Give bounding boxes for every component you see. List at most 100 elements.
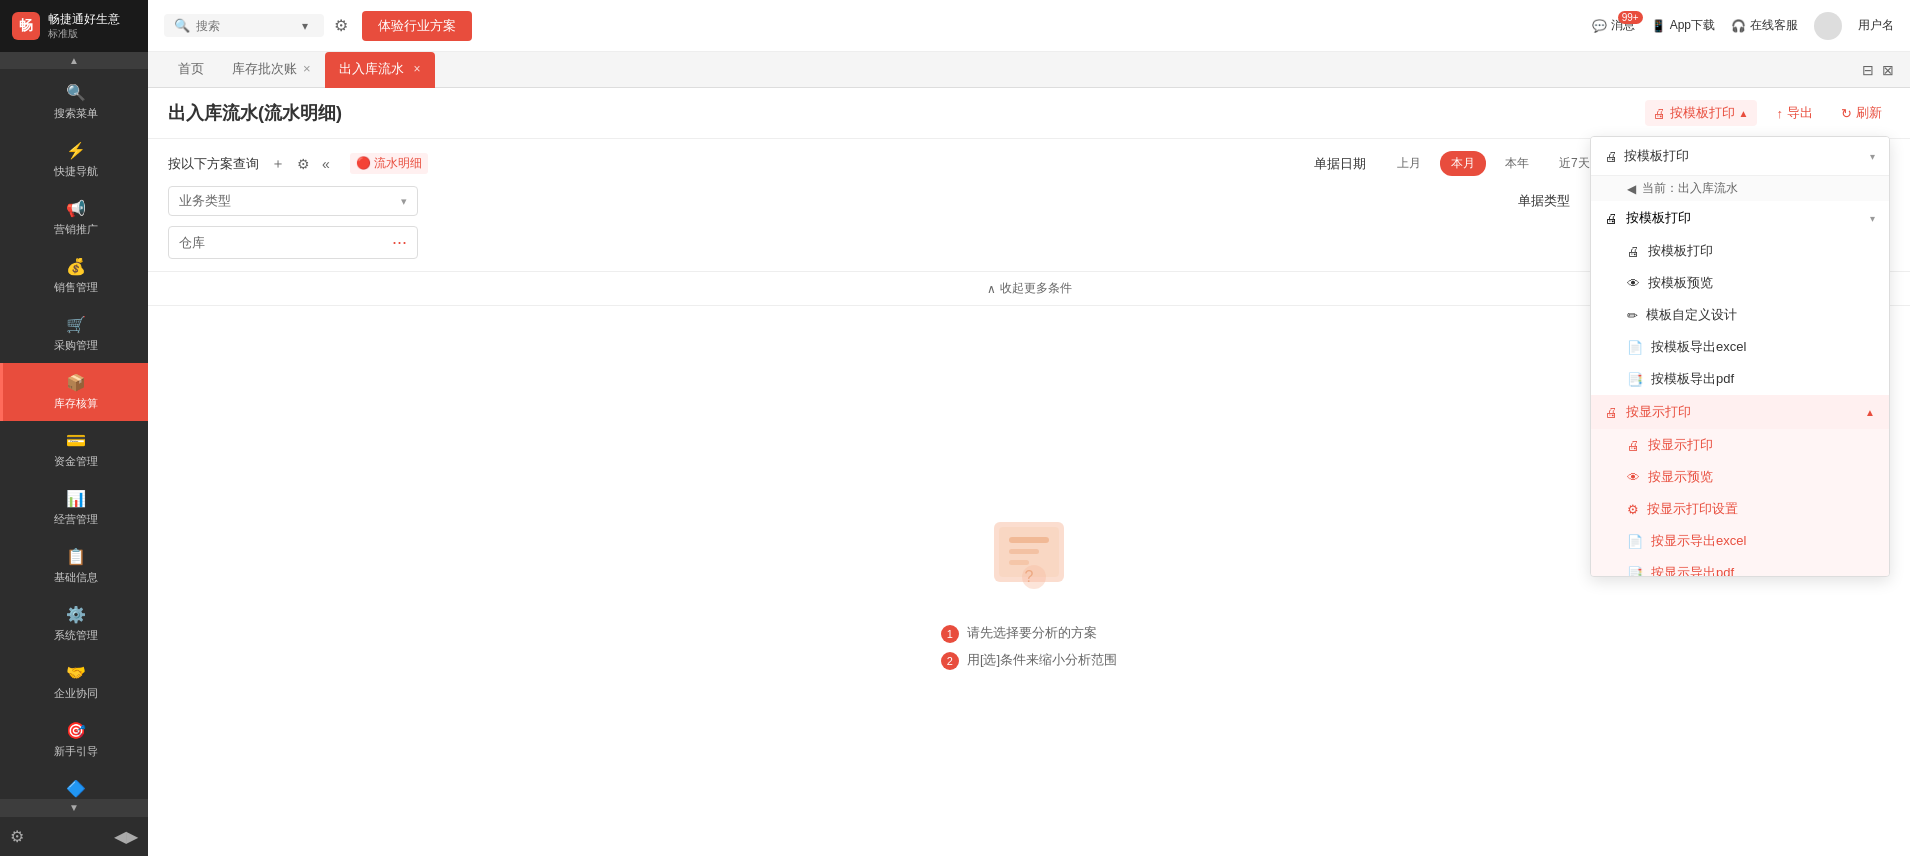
sidebar-item-inventory[interactable]: 📦 库存核算 — [0, 363, 148, 421]
main-area: 🔍 ▾ ⚙ 体验行业方案 💬 消息 99+ 📱 App下载 🎧 在线客服 用户名 — [148, 0, 1910, 856]
dropdown-section-display[interactable]: 🖨 按显示打印 ▲ — [1591, 395, 1889, 429]
dropdown-current-arrow: ◀ — [1627, 182, 1636, 196]
sidebar-item-quick-nav[interactable]: ⚡ 快捷导航 — [0, 131, 148, 189]
dropdown-header-chevron[interactable]: ▾ — [1870, 151, 1875, 162]
tab-batch-account-close[interactable]: × — [303, 61, 311, 76]
tab-batch-account[interactable]: 库存批次账 × — [218, 52, 325, 88]
dropdown-section-template[interactable]: 🖨 按模板打印 ▾ — [1591, 201, 1889, 235]
page-actions: 🖨 按模板打印 ▲ ↑ 导出 ↻ 刷新 — [1645, 100, 1890, 126]
dropdown-item-display-preview[interactable]: 👁 按显示预览 — [1591, 461, 1889, 493]
sidebar-item-basic-info[interactable]: 📋 基础信息 — [0, 537, 148, 595]
dropdown-item-template-preview[interactable]: 👁 按模板预览 — [1591, 267, 1889, 299]
search-input[interactable] — [196, 19, 296, 33]
dropdown-item-display-excel[interactable]: 📄 按显示导出excel — [1591, 525, 1889, 557]
header-gear-icon[interactable]: ⚙ — [334, 16, 348, 35]
print-template-button[interactable]: 🖨 按模板打印 ▲ — [1645, 100, 1757, 126]
dropdown-item-display-print[interactable]: 🖨 按显示打印 — [1591, 429, 1889, 461]
sidebar-item-purchase[interactable]: 🛒 采购管理 — [0, 305, 148, 363]
tab-expand-icon[interactable]: ⊠ — [1882, 62, 1894, 78]
filter-add-button[interactable]: ＋ — [271, 155, 285, 173]
dropdown-template-arrow: ▾ — [1870, 213, 1875, 224]
sidebar-bottom: ⚙ ◀▶ — [0, 816, 148, 856]
date-label: 单据日期 — [1314, 155, 1366, 173]
empty-step-2: 2 用[选]条件来缩小分析范围 — [941, 651, 1117, 670]
dropdown-item-template-customize[interactable]: ✏ 模板自定义设计 — [1591, 299, 1889, 331]
message-button[interactable]: 💬 消息 99+ — [1592, 17, 1635, 34]
user-avatar[interactable] — [1814, 12, 1842, 40]
refresh-button[interactable]: ↻ 刷新 — [1833, 100, 1890, 126]
search-dropdown-icon[interactable]: ▾ — [302, 19, 308, 33]
svg-rect-3 — [1009, 549, 1039, 554]
filter-collapse-button[interactable]: « — [322, 156, 330, 172]
item-display-preview-icon: 👁 — [1627, 470, 1640, 485]
tab-expand-area: ⊟ ⊠ — [1862, 62, 1894, 78]
current-filter-tag[interactable]: 🔴 流水明细 — [350, 153, 428, 174]
dropdown-display-icon: 🖨 — [1605, 405, 1618, 420]
finance-icon: 💳 — [66, 431, 86, 450]
sidebar-item-operations[interactable]: 📊 经营管理 — [0, 479, 148, 537]
header-search-box[interactable]: 🔍 ▾ — [164, 14, 324, 37]
dropdown-item-template-pdf[interactable]: 📑 按模板导出pdf — [1591, 363, 1889, 395]
dropdown-item-template-print[interactable]: 🖨 按模板打印 — [1591, 235, 1889, 267]
warehouse-select[interactable]: 仓库 ··· — [168, 226, 418, 259]
dropdown-item-display-settings[interactable]: ⚙ 按显示打印设置 — [1591, 493, 1889, 525]
app-download-button[interactable]: 📱 App下载 — [1651, 17, 1715, 34]
item-display-pdf-icon: 📑 — [1627, 566, 1643, 577]
dropdown-scroll[interactable]: ◀ 当前：出入库流水 🖨 按模板打印 ▾ 🖨 按模板打印 👁 — [1591, 176, 1889, 576]
sidebar-item-marketing[interactable]: 📢 营销推广 — [0, 189, 148, 247]
date-tab-last-month[interactable]: 上月 — [1386, 151, 1432, 176]
username-label[interactable]: 用户名 — [1858, 17, 1894, 34]
date-tab-current-year[interactable]: 本年 — [1494, 151, 1540, 176]
item-pdf-icon: 📑 — [1627, 372, 1643, 387]
trial-button[interactable]: 体验行业方案 — [362, 11, 472, 41]
doc-type-label: 单据类型 — [1518, 192, 1570, 210]
tab-flow[interactable]: 出入库流水 × — [325, 52, 435, 88]
sidebar-item-app-center[interactable]: 🔷 应用中心 — [0, 769, 148, 799]
guide-icon: 🎯 — [66, 721, 86, 740]
item-customize-icon: ✏ — [1627, 308, 1638, 323]
business-type-label: 业务类型 — [179, 192, 231, 210]
sidebar-nav: 🔍 搜索菜单 ⚡ 快捷导航 📢 营销推广 💰 销售管理 🛒 采购管理 📦 库存核… — [0, 69, 148, 799]
filter-settings-button[interactable]: ⚙ — [297, 156, 310, 172]
dropdown-template-icon: 🖨 — [1605, 211, 1618, 226]
collapse-more-button[interactable]: ∧ 收起更多条件 — [987, 280, 1072, 297]
sidebar-item-guide[interactable]: 🎯 新手引导 — [0, 711, 148, 769]
dropdown-item-display-pdf[interactable]: 📑 按显示导出pdf — [1591, 557, 1889, 576]
sidebar-item-search[interactable]: 🔍 搜索菜单 — [0, 73, 148, 131]
item-print-icon: 🖨 — [1627, 244, 1640, 259]
tab-batch-account-label: 库存批次账 — [232, 60, 297, 78]
tab-home[interactable]: 首页 — [164, 52, 218, 88]
business-type-select[interactable]: 业务类型 ▾ — [168, 186, 418, 216]
online-service-button[interactable]: 🎧 在线客服 — [1731, 17, 1798, 34]
service-icon: 🎧 — [1731, 19, 1746, 33]
tab-flow-close[interactable]: × — [414, 62, 421, 76]
sidebar-item-sales[interactable]: 💰 销售管理 — [0, 247, 148, 305]
page-title-row: 出入库流水(流水明细) 🖨 按模板打印 ▲ ↑ 导出 ↻ 刷新 — [168, 100, 1890, 126]
svg-rect-2 — [1009, 537, 1049, 543]
dropdown-display-arrow: ▲ — [1865, 407, 1875, 418]
app-download-icon: 📱 — [1651, 19, 1666, 33]
sidebar-item-enterprise[interactable]: 🤝 企业协同 — [0, 653, 148, 711]
sidebar-scroll-up[interactable]: ▲ — [0, 52, 148, 69]
date-tab-current-month[interactable]: 本月 — [1440, 151, 1486, 176]
sidebar-scroll-down[interactable]: ▼ — [0, 799, 148, 816]
settings-bottom-icon[interactable]: ⚙ — [10, 827, 24, 846]
dropdown-item-template-excel[interactable]: 📄 按模板导出excel — [1591, 331, 1889, 363]
purchase-icon: 🛒 — [66, 315, 86, 334]
export-button[interactable]: ↑ 导出 — [1769, 100, 1822, 126]
filter-tag-icon: 🔴 — [356, 156, 371, 170]
quick-nav-icon: ⚡ — [66, 141, 86, 160]
collapse-sidebar-icon[interactable]: ◀▶ — [114, 827, 138, 846]
header-right: 💬 消息 99+ 📱 App下载 🎧 在线客服 用户名 — [1592, 12, 1894, 40]
refresh-icon: ↻ — [1841, 106, 1852, 121]
item-preview-icon: 👁 — [1627, 276, 1640, 291]
sidebar-item-finance[interactable]: 💳 资金管理 — [0, 421, 148, 479]
sidebar-item-system[interactable]: ⚙️ 系统管理 — [0, 595, 148, 653]
dropdown-header: 🖨 按模板打印 ▾ — [1591, 137, 1889, 176]
warehouse-more-icon: ··· — [392, 232, 407, 253]
search-nav-icon: 🔍 — [66, 83, 86, 102]
dropdown-print-icon: 🖨 — [1605, 149, 1618, 164]
message-icon: 💬 — [1592, 19, 1607, 33]
print-icon: 🖨 — [1653, 106, 1666, 121]
tab-minimize-icon[interactable]: ⊟ — [1862, 62, 1874, 78]
